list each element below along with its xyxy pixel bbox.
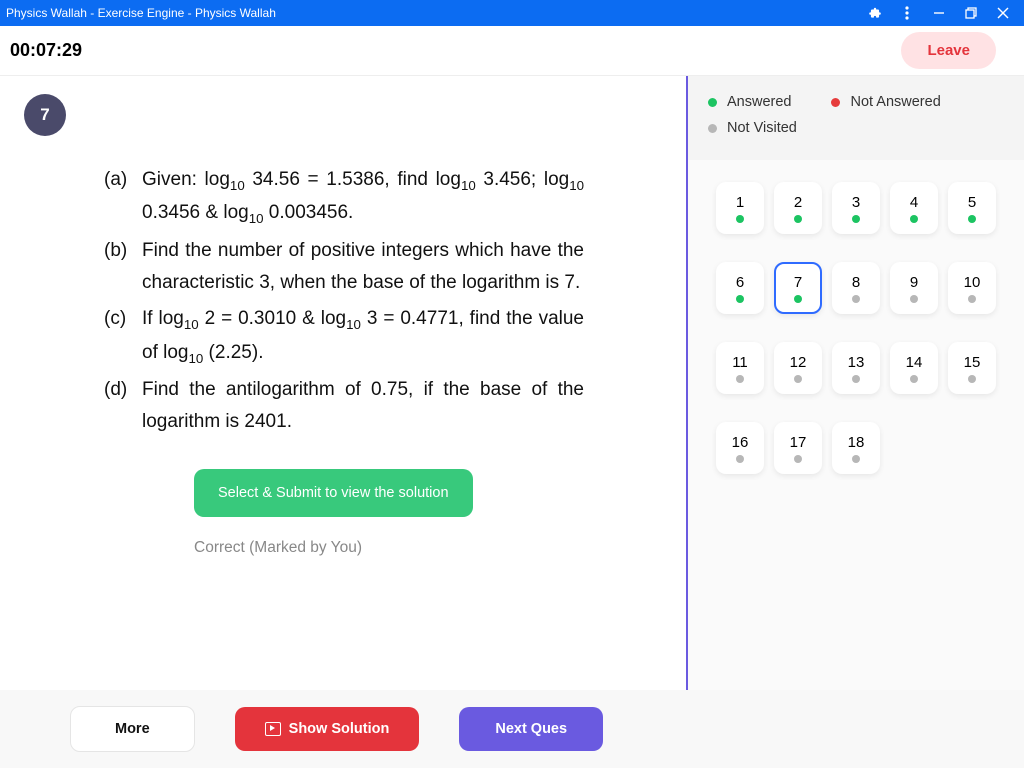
palette-question-3[interactable]: 3 bbox=[832, 182, 880, 234]
palette-number: 3 bbox=[852, 194, 860, 211]
question-part: (a)Given: log10 34.56 = 1.5386, find log… bbox=[104, 164, 584, 231]
palette-number: 7 bbox=[794, 274, 802, 291]
dot-icon bbox=[831, 98, 840, 107]
status-dot-icon bbox=[794, 215, 802, 223]
palette-number: 2 bbox=[794, 194, 802, 211]
palette-number: 10 bbox=[964, 274, 981, 291]
submit-button[interactable]: Select & Submit to view the solution bbox=[194, 469, 473, 517]
status-dot-icon bbox=[852, 215, 860, 223]
palette-question-10[interactable]: 10 bbox=[948, 262, 996, 314]
palette-question-7[interactable]: 7 bbox=[774, 262, 822, 314]
palette-number: 1 bbox=[736, 194, 744, 211]
part-text: Find the number of positive integers whi… bbox=[142, 235, 584, 300]
part-label: (d) bbox=[104, 374, 142, 439]
question-part: (b)Find the number of positive integers … bbox=[104, 235, 584, 300]
main-body: 7 (a)Given: log10 34.56 = 1.5386, find l… bbox=[0, 76, 1024, 690]
status-dot-icon bbox=[736, 215, 744, 223]
status-dot-icon bbox=[794, 455, 802, 463]
palette-number: 18 bbox=[848, 434, 865, 451]
palette-question-15[interactable]: 15 bbox=[948, 342, 996, 394]
palette-number: 6 bbox=[736, 274, 744, 291]
question-part: (d)Find the antilogarithm of 0.75, if th… bbox=[104, 374, 584, 439]
palette-number: 12 bbox=[790, 354, 807, 371]
legend-not-answered: Not Answered bbox=[831, 94, 940, 110]
question-palette: 123456789101112131415161718 bbox=[688, 160, 1024, 496]
window-title: Physics Wallah - Exercise Engine - Physi… bbox=[6, 6, 868, 20]
question-panel: 7 (a)Given: log10 34.56 = 1.5386, find l… bbox=[0, 76, 688, 690]
titlebar-controls bbox=[868, 6, 1018, 20]
legend-not-visited: Not Visited bbox=[708, 120, 797, 136]
palette-question-9[interactable]: 9 bbox=[890, 262, 938, 314]
palette-question-12[interactable]: 12 bbox=[774, 342, 822, 394]
palette-number: 15 bbox=[964, 354, 981, 371]
part-text: Given: log10 34.56 = 1.5386, find log10 … bbox=[142, 164, 584, 231]
show-solution-button[interactable]: Show Solution bbox=[235, 707, 420, 751]
play-icon bbox=[265, 722, 281, 736]
legend-answered: Answered bbox=[708, 94, 791, 110]
palette-question-2[interactable]: 2 bbox=[774, 182, 822, 234]
palette-number: 4 bbox=[910, 194, 918, 211]
palette-question-17[interactable]: 17 bbox=[774, 422, 822, 474]
status-dot-icon bbox=[910, 215, 918, 223]
part-label: (c) bbox=[104, 303, 142, 370]
palette-question-8[interactable]: 8 bbox=[832, 262, 880, 314]
window-titlebar: Physics Wallah - Exercise Engine - Physi… bbox=[0, 0, 1024, 26]
legend: Answered Not Answered Not Visited bbox=[688, 76, 1024, 160]
status-dot-icon bbox=[736, 455, 744, 463]
palette-question-4[interactable]: 4 bbox=[890, 182, 938, 234]
palette-number: 13 bbox=[848, 354, 865, 371]
palette-question-18[interactable]: 18 bbox=[832, 422, 880, 474]
part-text: Find the antilogarithm of 0.75, if the b… bbox=[142, 374, 584, 439]
palette-question-13[interactable]: 13 bbox=[832, 342, 880, 394]
status-dot-icon bbox=[968, 215, 976, 223]
palette-panel: Answered Not Answered Not Visited 123456… bbox=[688, 76, 1024, 690]
palette-number: 17 bbox=[790, 434, 807, 451]
dot-icon bbox=[708, 124, 717, 133]
status-dot-icon bbox=[852, 375, 860, 383]
minimize-icon[interactable] bbox=[932, 6, 946, 20]
leave-button[interactable]: Leave bbox=[901, 32, 996, 69]
part-text: If log10 2 = 0.3010 & log10 3 = 0.4771, … bbox=[142, 303, 584, 370]
part-label: (a) bbox=[104, 164, 142, 231]
palette-question-11[interactable]: 11 bbox=[716, 342, 764, 394]
palette-question-1[interactable]: 1 bbox=[716, 182, 764, 234]
palette-question-6[interactable]: 6 bbox=[716, 262, 764, 314]
palette-number: 16 bbox=[732, 434, 749, 451]
status-dot-icon bbox=[852, 455, 860, 463]
maximize-icon[interactable] bbox=[964, 6, 978, 20]
correct-label: Correct (Marked by You) bbox=[194, 539, 676, 557]
timer: 00:07:29 bbox=[10, 40, 82, 61]
top-bar: 00:07:29 Leave bbox=[0, 26, 1024, 76]
palette-number: 9 bbox=[910, 274, 918, 291]
extension-icon[interactable] bbox=[868, 6, 882, 20]
next-question-button[interactable]: Next Ques bbox=[459, 707, 603, 751]
status-dot-icon bbox=[910, 375, 918, 383]
dot-icon bbox=[708, 98, 717, 107]
palette-question-16[interactable]: 16 bbox=[716, 422, 764, 474]
status-dot-icon bbox=[794, 295, 802, 303]
question-number-badge: 7 bbox=[24, 94, 66, 136]
question-text: (a)Given: log10 34.56 = 1.5386, find log… bbox=[104, 164, 584, 439]
part-label: (b) bbox=[104, 235, 142, 300]
more-button[interactable]: More bbox=[70, 706, 195, 752]
footer-bar: More Show Solution Next Ques bbox=[0, 690, 1024, 768]
status-dot-icon bbox=[968, 295, 976, 303]
status-dot-icon bbox=[968, 375, 976, 383]
question-part: (c)If log10 2 = 0.3010 & log10 3 = 0.477… bbox=[104, 303, 584, 370]
palette-number: 11 bbox=[732, 354, 748, 371]
status-dot-icon bbox=[910, 295, 918, 303]
close-icon[interactable] bbox=[996, 6, 1010, 20]
status-dot-icon bbox=[794, 375, 802, 383]
status-dot-icon bbox=[852, 295, 860, 303]
palette-number: 14 bbox=[906, 354, 923, 371]
palette-number: 8 bbox=[852, 274, 860, 291]
status-dot-icon bbox=[736, 375, 744, 383]
palette-question-5[interactable]: 5 bbox=[948, 182, 996, 234]
palette-question-14[interactable]: 14 bbox=[890, 342, 938, 394]
menu-dots-icon[interactable] bbox=[900, 6, 914, 20]
palette-number: 5 bbox=[968, 194, 976, 211]
status-dot-icon bbox=[736, 295, 744, 303]
